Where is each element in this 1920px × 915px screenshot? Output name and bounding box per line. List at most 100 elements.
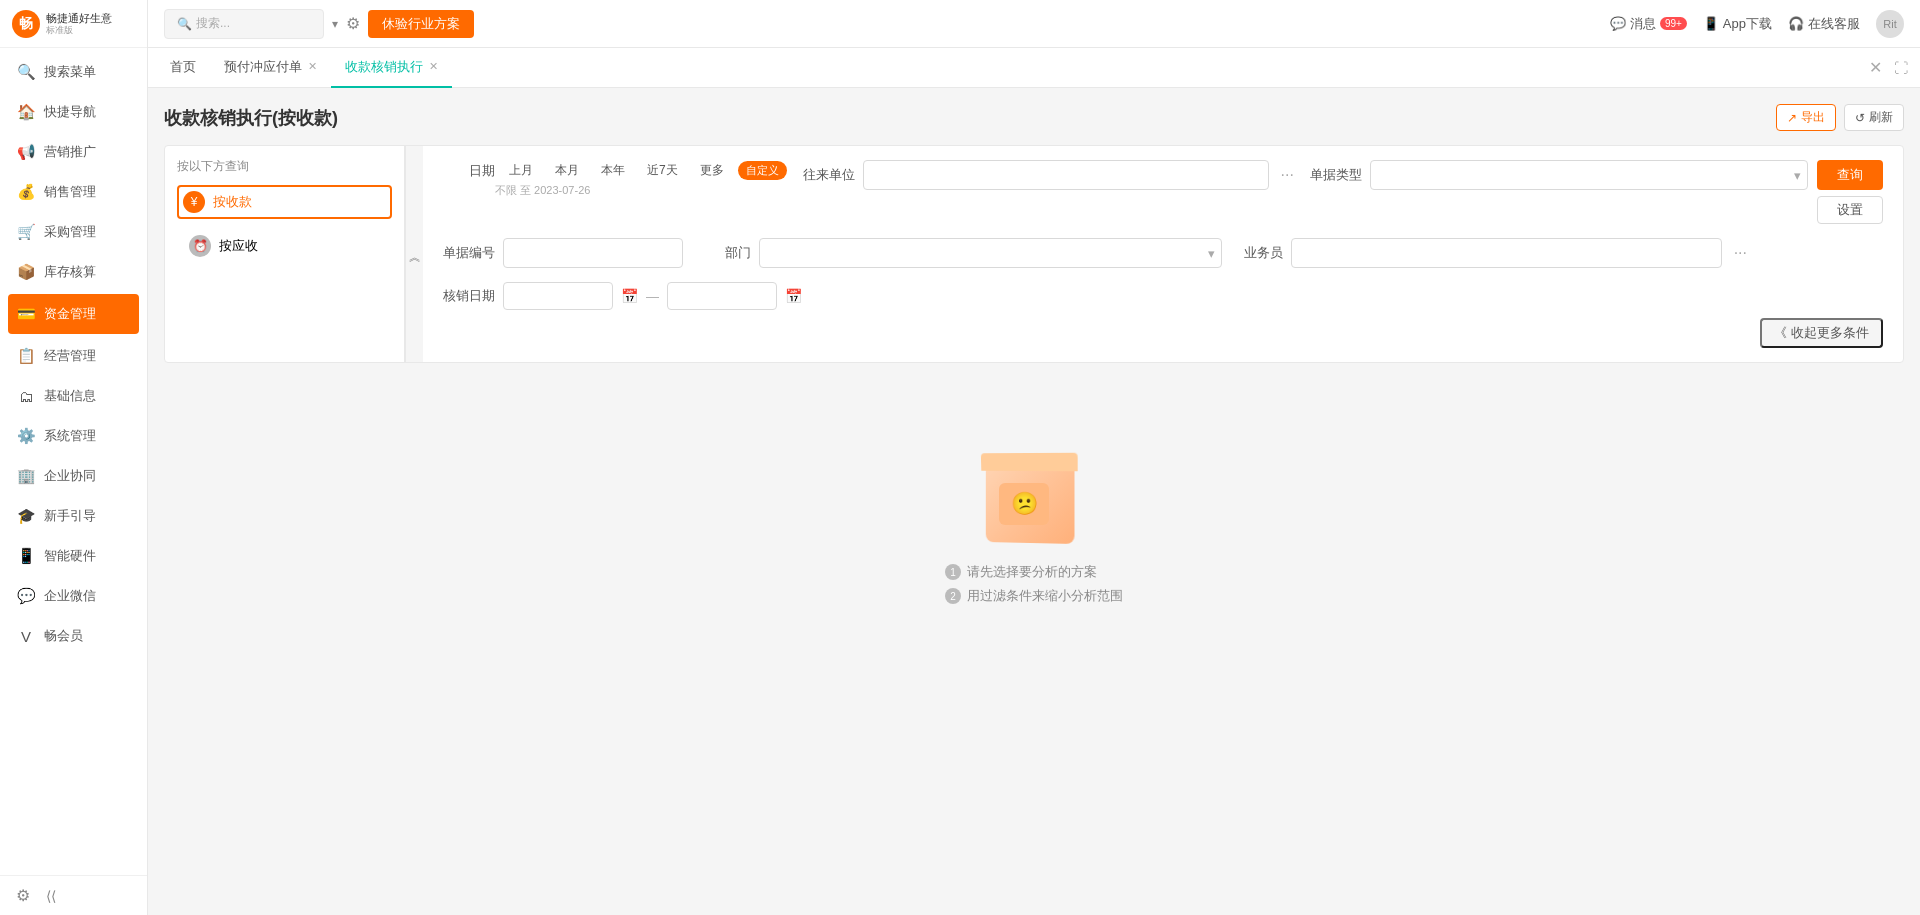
verify-date-start-input[interactable]: 2023-03-01 <box>503 282 613 310</box>
sidebar-icon-10: 🏢 <box>16 466 36 486</box>
sidebar-item-13[interactable]: 💬企业微信 <box>0 576 147 616</box>
sidebar-item-3[interactable]: 💰销售管理 <box>0 172 147 212</box>
logo-text: 畅捷通好生意 标准版 <box>46 11 112 37</box>
sidebar-item-12[interactable]: 📱智能硬件 <box>0 536 147 576</box>
page-title: 收款核销执行(按收款) <box>164 106 338 130</box>
refresh-icon: ↺ <box>1855 111 1865 125</box>
sidebar: 畅 畅捷通好生意 标准版 🔍搜索菜单🏠快捷导航📢营销推广💰销售管理🛒采购管理📦库… <box>0 0 148 915</box>
voucher-no-field: 单据编号 <box>443 238 683 268</box>
collapse-more-btn[interactable]: 《 收起更多条件 <box>1760 318 1883 348</box>
verify-start-calendar-icon[interactable]: 📅 <box>621 288 638 304</box>
settings-btn[interactable]: 设置 <box>1817 196 1883 224</box>
voucher-type-select[interactable] <box>1370 160 1808 190</box>
header-search-bar[interactable]: 🔍 搜索... <box>164 9 324 39</box>
sidebar-bottom: ⚙ ⟨⟨ <box>0 875 147 915</box>
app-download-icon: 📱 <box>1703 16 1719 31</box>
message-btn[interactable]: 💬 消息 99+ <box>1610 15 1687 33</box>
filter-panel-title: 按以下方查询 <box>177 158 392 175</box>
filter-panel: 按以下方查询 ¥ 按收款 ⏰ 按应收 《 <box>164 145 1904 363</box>
voucher-type-label: 单据类型 <box>1310 166 1362 184</box>
tab-close-all-icon[interactable]: ✕ <box>1865 54 1886 81</box>
sidebar-icon-4: 🛒 <box>16 222 36 242</box>
online-service-btn[interactable]: 🎧 在线客服 <box>1788 15 1860 33</box>
date-shortcut-7days[interactable]: 近7天 <box>639 160 686 181</box>
dept-select[interactable] <box>759 238 1222 268</box>
date-filter: 日期 上月 本月 本年 近7天 更多 自定义 <box>443 160 787 181</box>
verify-date-end-input[interactable]: 2023-07-21 <box>667 282 777 310</box>
date-range-hint: 不限 至 2023-07-26 <box>495 183 787 198</box>
top-header: 🔍 搜索... ▾ ⚙ 休验行业方案 💬 消息 99+ 📱 App下载 🎧 在线… <box>148 0 1920 48</box>
date-label: 日期 <box>443 162 495 180</box>
sidebar-item-11[interactable]: 🎓新手引导 <box>0 496 147 536</box>
export-icon: ↗ <box>1787 111 1797 125</box>
sidebar-icon-13: 💬 <box>16 586 36 606</box>
dept-label: 部门 <box>699 244 751 262</box>
refresh-btn[interactable]: ↺ 刷新 <box>1844 104 1904 131</box>
filter-collapse-toggle[interactable]: 《 <box>405 146 423 362</box>
tab-collection[interactable]: 收款核销执行 ✕ <box>331 48 452 88</box>
tab-expand-icon[interactable]: ⛶ <box>1890 56 1912 80</box>
sidebar-item-9[interactable]: ⚙️系统管理 <box>0 416 147 456</box>
query-btn[interactable]: 查询 <box>1817 160 1883 190</box>
empty-box-lid <box>981 453 1078 471</box>
tab-prepay-close[interactable]: ✕ <box>308 60 317 73</box>
filter-option-by-collection[interactable]: ¥ 按收款 <box>177 185 392 219</box>
header-gear-icon[interactable]: ⚙ <box>346 14 360 33</box>
page-content: 收款核销执行(按收款) ↗ 导出 ↺ 刷新 按以下方查询 <box>148 88 1920 687</box>
date-separator: — <box>646 289 659 304</box>
date-shortcut-this-year[interactable]: 本年 <box>593 160 633 181</box>
verify-date-field: 核销日期 2023-03-01 📅 — 2023-07-21 📅 <box>443 282 802 310</box>
sidebar-item-5[interactable]: 📦库存核算 <box>0 252 147 292</box>
sidebar-icon-5: 📦 <box>16 262 36 282</box>
sidebar-icon-1: 🏠 <box>16 102 36 122</box>
hint-num-2: 2 <box>945 588 961 604</box>
app-logo: 畅 畅捷通好生意 标准版 <box>0 0 147 48</box>
headset-icon: 🎧 <box>1788 16 1804 31</box>
date-shortcut-more[interactable]: 更多 <box>692 160 732 181</box>
partner-dots-icon[interactable]: ··· <box>1281 166 1294 184</box>
main-area: 🔍 搜索... ▾ ⚙ 休验行业方案 💬 消息 99+ 📱 App下载 🎧 在线… <box>148 0 1920 915</box>
tab-home[interactable]: 首页 <box>156 48 210 88</box>
filter-option-by-receivable[interactable]: ⏰ 按应收 <box>177 227 392 265</box>
industry-btn[interactable]: 休验行业方案 <box>368 10 474 38</box>
verify-date-label: 核销日期 <box>443 287 495 305</box>
salesperson-dots-icon[interactable]: ··· <box>1734 244 1747 262</box>
sidebar-item-4[interactable]: 🛒采购管理 <box>0 212 147 252</box>
sidebar-item-7[interactable]: 📋经营管理 <box>0 336 147 376</box>
date-custom-badge[interactable]: 自定义 <box>738 161 787 180</box>
partner-input[interactable] <box>863 160 1269 190</box>
sidebar-item-14[interactable]: V畅会员 <box>0 616 147 656</box>
sidebar-item-1[interactable]: 🏠快捷导航 <box>0 92 147 132</box>
collapse-icon: 《 <box>1774 324 1787 342</box>
settings-icon[interactable]: ⚙ <box>16 886 30 905</box>
collapse-sidebar-icon[interactable]: ⟨⟨ <box>46 888 56 904</box>
empty-illustration: 😕 <box>969 423 1099 543</box>
filter-options: ¥ 按收款 ⏰ 按应收 <box>177 185 392 265</box>
salesperson-input[interactable] <box>1291 238 1722 268</box>
sidebar-item-6[interactable]: 💳资金管理 <box>8 294 139 334</box>
sidebar-icon-6: 💳 <box>16 304 36 324</box>
filter-options-panel: 按以下方查询 ¥ 按收款 ⏰ 按应收 <box>165 146 405 362</box>
verify-end-calendar-icon[interactable]: 📅 <box>785 288 802 304</box>
salesperson-field: 业务员 ··· <box>1231 238 1747 268</box>
page-body: 收款核销执行(按收款) ↗ 导出 ↺ 刷新 按以下方查询 <box>148 88 1920 915</box>
filter-footer: 《 收起更多条件 <box>443 318 1883 348</box>
sidebar-item-10[interactable]: 🏢企业协同 <box>0 456 147 496</box>
dept-field: 部门 ▾ <box>699 238 1215 268</box>
app-download-btn[interactable]: 📱 App下载 <box>1703 15 1772 33</box>
sidebar-icon-14: V <box>16 626 36 646</box>
sidebar-item-0[interactable]: 🔍搜索菜单 <box>0 52 147 92</box>
partner-label: 往来单位 <box>803 166 855 184</box>
date-shortcut-last-month[interactable]: 上月 <box>501 160 541 181</box>
voucher-no-input[interactable] <box>503 238 683 268</box>
export-btn[interactable]: ↗ 导出 <box>1776 104 1836 131</box>
sidebar-item-2[interactable]: 📢营销推广 <box>0 132 147 172</box>
tab-prepay[interactable]: 预付冲应付单 ✕ <box>210 48 331 88</box>
query-actions: 查询 设置 <box>1817 160 1883 224</box>
user-avatar[interactable]: Rit <box>1876 10 1904 38</box>
tab-collection-close[interactable]: ✕ <box>429 60 438 73</box>
tab-bar: 首页 预付冲应付单 ✕ 收款核销执行 ✕ ✕ ⛶ <box>148 48 1920 88</box>
sidebar-item-8[interactable]: 🗂基础信息 <box>0 376 147 416</box>
date-shortcut-this-month[interactable]: 本月 <box>547 160 587 181</box>
header-dropdown-icon[interactable]: ▾ <box>332 17 338 31</box>
